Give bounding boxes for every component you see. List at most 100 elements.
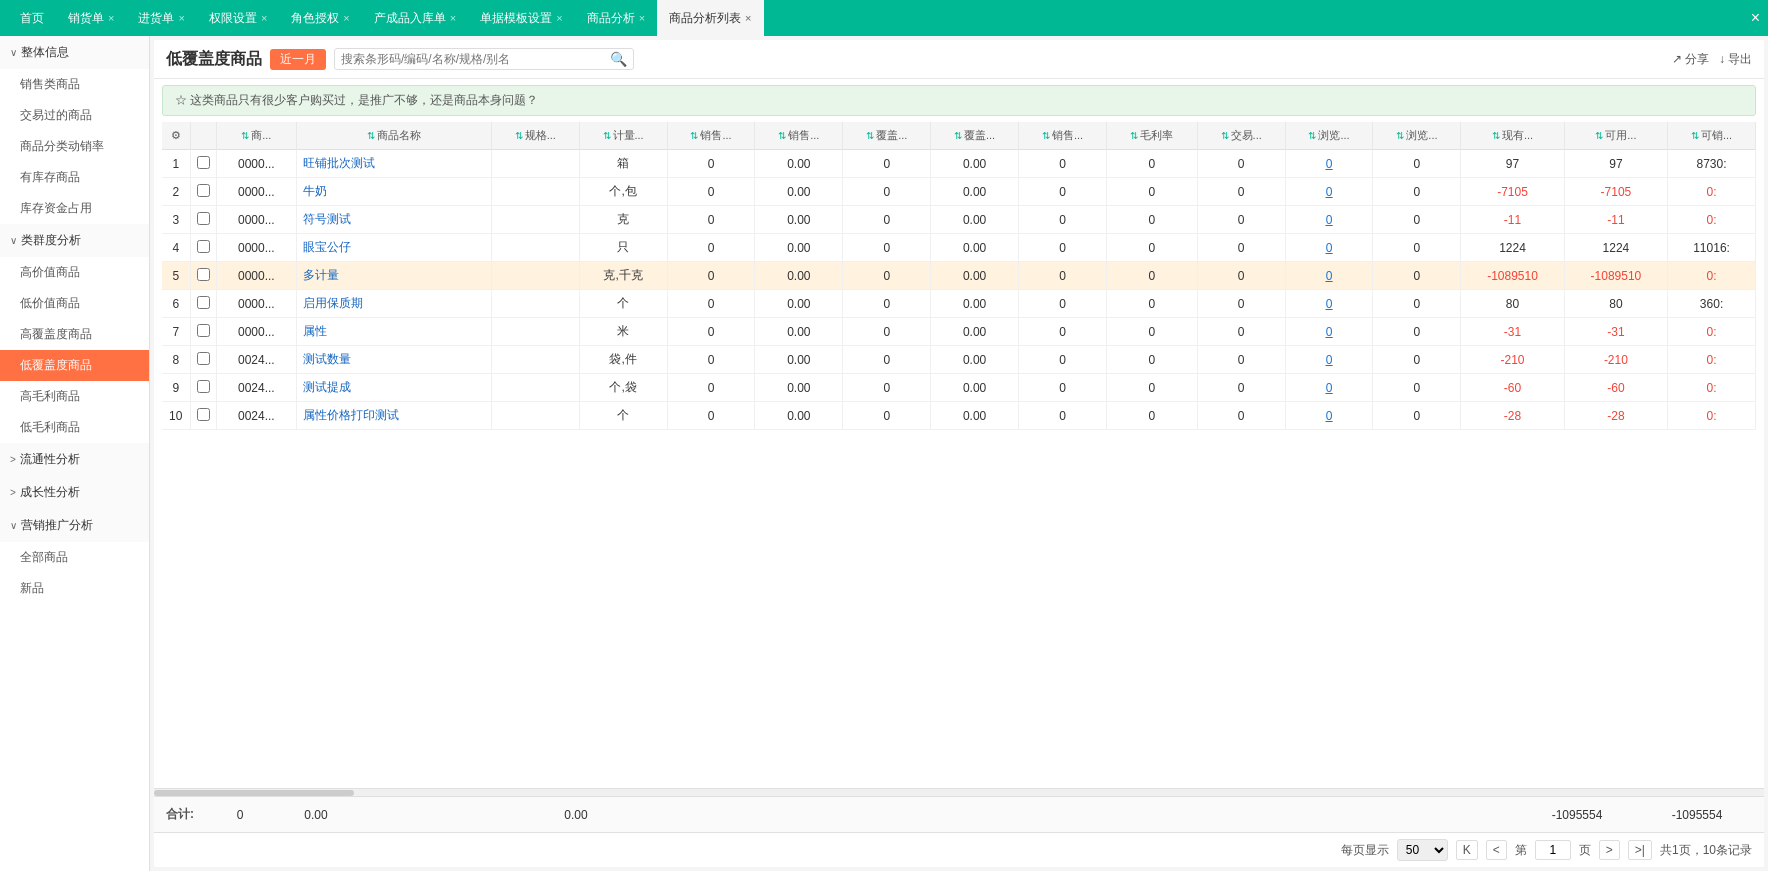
row-browse1[interactable]: 0	[1285, 290, 1373, 318]
col-gross-rate[interactable]: ⇅毛利率	[1106, 122, 1197, 150]
row-checkbox[interactable]	[197, 296, 210, 309]
export-button[interactable]: ↓ 导出	[1719, 51, 1752, 68]
search-input[interactable]	[341, 52, 610, 66]
close-icon[interactable]: ×	[108, 12, 114, 24]
row-checkbox-cell[interactable]	[190, 290, 216, 318]
row-browse1[interactable]: 0	[1285, 206, 1373, 234]
close-icon[interactable]: ×	[178, 12, 184, 24]
row-checkbox[interactable]	[197, 380, 210, 393]
sidebar-item-sales-goods[interactable]: 销售类商品	[0, 69, 149, 100]
close-icon[interactable]: ×	[450, 12, 456, 24]
sidebar-section-liquidity[interactable]: > 流通性分析	[0, 443, 149, 476]
row-checkbox-cell[interactable]	[190, 318, 216, 346]
row-checkbox-cell[interactable]	[190, 178, 216, 206]
col-browse1[interactable]: ⇅浏览...	[1285, 122, 1373, 150]
row-checkbox-cell[interactable]	[190, 150, 216, 178]
close-icon[interactable]: ×	[261, 12, 267, 24]
nav-tab-sales[interactable]: 销货单 ×	[56, 0, 126, 36]
col-spec[interactable]: ⇅规格...	[491, 122, 579, 150]
row-checkbox[interactable]	[197, 408, 210, 421]
col-cover1[interactable]: ⇅覆盖...	[843, 122, 931, 150]
nav-tab-product-entry[interactable]: 产成品入库单 ×	[362, 0, 468, 36]
row-checkbox[interactable]	[197, 212, 210, 225]
sidebar-item-low-coverage[interactable]: 低覆盖度商品	[0, 350, 149, 381]
row-browse1[interactable]: 0	[1285, 374, 1373, 402]
page-size-select[interactable]: 50 20 100	[1397, 839, 1448, 861]
row-browse1[interactable]: 0	[1285, 346, 1373, 374]
close-icon[interactable]: ×	[556, 12, 562, 24]
nav-tab-purchase[interactable]: 进货单 ×	[126, 0, 196, 36]
col-cover2[interactable]: ⇅覆盖...	[931, 122, 1019, 150]
col-trade[interactable]: ⇅交易...	[1197, 122, 1285, 150]
sidebar-section-growth[interactable]: > 成长性分析	[0, 476, 149, 509]
sidebar-item-high-value[interactable]: 高价值商品	[0, 257, 149, 288]
nav-tab-template[interactable]: 单据模板设置 ×	[468, 0, 574, 36]
row-name[interactable]: 符号测试	[297, 206, 492, 234]
date-filter-button[interactable]: 近一月	[270, 49, 326, 70]
row-checkbox-cell[interactable]	[190, 206, 216, 234]
row-checkbox-cell[interactable]	[190, 234, 216, 262]
row-checkbox-cell[interactable]	[190, 402, 216, 430]
row-checkbox[interactable]	[197, 324, 210, 337]
close-all-button[interactable]: ×	[1751, 9, 1760, 27]
row-browse1[interactable]: 0	[1285, 234, 1373, 262]
row-checkbox[interactable]	[197, 268, 210, 281]
nav-tab-analysis-list[interactable]: 商品分析列表 ×	[657, 0, 763, 36]
close-icon[interactable]: ×	[343, 12, 349, 24]
row-name[interactable]: 属性	[297, 318, 492, 346]
sidebar-item-new-goods[interactable]: 新品	[0, 573, 149, 604]
col-browse2[interactable]: ⇅浏览...	[1373, 122, 1461, 150]
col-sales-qty[interactable]: ⇅销售...	[667, 122, 755, 150]
row-name[interactable]: 牛奶	[297, 178, 492, 206]
row-browse1[interactable]: 0	[1285, 262, 1373, 290]
sidebar-item-low-value[interactable]: 低价值商品	[0, 288, 149, 319]
close-icon[interactable]: ×	[745, 12, 751, 24]
first-page-button[interactable]: K	[1456, 840, 1478, 860]
horizontal-scrollbar[interactable]	[154, 788, 1764, 796]
col-unit[interactable]: ⇅计量...	[579, 122, 667, 150]
row-checkbox[interactable]	[197, 240, 210, 253]
sidebar-collapse-button[interactable]: «	[149, 56, 150, 96]
sidebar-section-cluster[interactable]: ∨ 类群度分析	[0, 224, 149, 257]
row-name[interactable]: 测试数量	[297, 346, 492, 374]
sidebar-item-category-rate[interactable]: 商品分类动销率	[0, 131, 149, 162]
col-current[interactable]: ⇅现有...	[1461, 122, 1564, 150]
nav-tab-home[interactable]: 首页	[8, 0, 56, 36]
col-available[interactable]: ⇅可用...	[1564, 122, 1667, 150]
row-name[interactable]: 旺铺批次测试	[297, 150, 492, 178]
row-browse1[interactable]: 0	[1285, 402, 1373, 430]
row-name[interactable]: 眼宝公仔	[297, 234, 492, 262]
col-name[interactable]: ⇅商品名称	[297, 122, 492, 150]
page-number-input[interactable]	[1535, 840, 1571, 860]
row-checkbox-cell[interactable]	[190, 262, 216, 290]
row-name[interactable]: 属性价格打印测试	[297, 402, 492, 430]
row-checkbox[interactable]	[197, 156, 210, 169]
sidebar-item-stocked-goods[interactable]: 有库存商品	[0, 162, 149, 193]
row-checkbox-cell[interactable]	[190, 374, 216, 402]
sidebar-item-stock-capital[interactable]: 库存资金占用	[0, 193, 149, 224]
row-browse1[interactable]: 0	[1285, 178, 1373, 206]
col-sales2[interactable]: ⇅销售...	[1019, 122, 1107, 150]
col-code[interactable]: ⇅商...	[216, 122, 297, 150]
sidebar-item-high-margin[interactable]: 高毛利商品	[0, 381, 149, 412]
sidebar-section-overall[interactable]: ∨ 整体信息	[0, 36, 149, 69]
nav-tab-roles[interactable]: 角色授权 ×	[279, 0, 361, 36]
share-button[interactable]: ↗ 分享	[1672, 51, 1709, 68]
sidebar-item-all-goods[interactable]: 全部商品	[0, 542, 149, 573]
row-name[interactable]: 启用保质期	[297, 290, 492, 318]
sidebar-item-high-coverage[interactable]: 高覆盖度商品	[0, 319, 149, 350]
col-sales-amt[interactable]: ⇅销售...	[755, 122, 843, 150]
sidebar-item-low-margin[interactable]: 低毛利商品	[0, 412, 149, 443]
row-name[interactable]: 测试提成	[297, 374, 492, 402]
row-checkbox-cell[interactable]	[190, 346, 216, 374]
close-icon[interactable]: ×	[639, 12, 645, 24]
sidebar-section-marketing[interactable]: ∨ 营销推广分析	[0, 509, 149, 542]
scrollbar-thumb[interactable]	[154, 790, 354, 796]
row-name[interactable]: 多计量	[297, 262, 492, 290]
row-browse1[interactable]: 0	[1285, 318, 1373, 346]
last-page-button[interactable]: >|	[1628, 840, 1652, 860]
sidebar-item-traded-goods[interactable]: 交易过的商品	[0, 100, 149, 131]
col-settings[interactable]: ⚙	[162, 122, 190, 150]
next-page-button[interactable]: >	[1599, 840, 1620, 860]
row-checkbox[interactable]	[197, 352, 210, 365]
